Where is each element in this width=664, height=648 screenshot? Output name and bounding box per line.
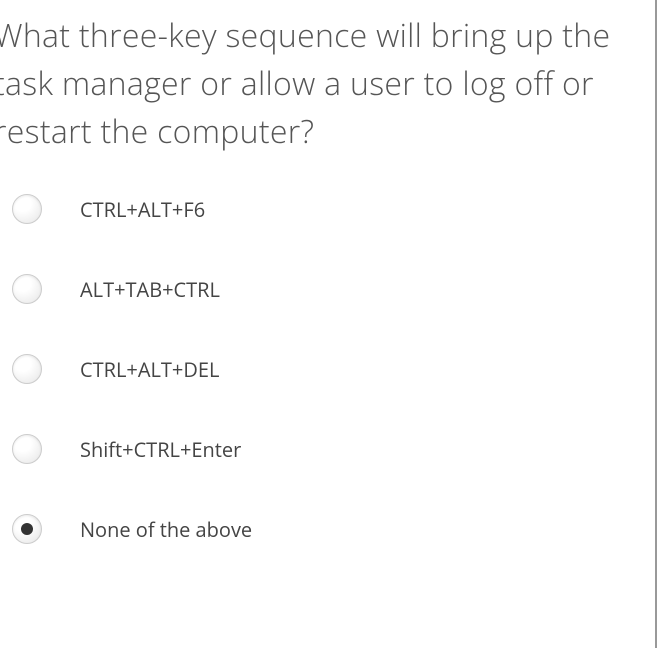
radio-button[interactable] [12,194,42,224]
option-row[interactable]: None of the above [12,514,655,544]
radio-button[interactable] [12,514,42,544]
option-row[interactable]: ALT+TAB+CTRL [12,274,655,304]
option-row[interactable]: CTRL+ALT+F6 [12,194,655,224]
option-label: Shift+CTRL+Enter [80,436,241,463]
question-text: What three-key sequence will bring up th… [0,0,655,156]
option-label: ALT+TAB+CTRL [80,276,220,303]
radio-button[interactable] [12,434,42,464]
radio-button[interactable] [12,354,42,384]
option-row[interactable]: Shift+CTRL+Enter [12,434,655,464]
option-label: None of the above [80,516,252,543]
radio-button[interactable] [12,274,42,304]
options-list: CTRL+ALT+F6 ALT+TAB+CTRL CTRL+ALT+DEL Sh… [0,194,655,544]
option-row[interactable]: CTRL+ALT+DEL [12,354,655,384]
option-label: CTRL+ALT+DEL [80,356,219,383]
quiz-container: What three-key sequence will bring up th… [0,0,657,648]
option-label: CTRL+ALT+F6 [80,196,205,223]
